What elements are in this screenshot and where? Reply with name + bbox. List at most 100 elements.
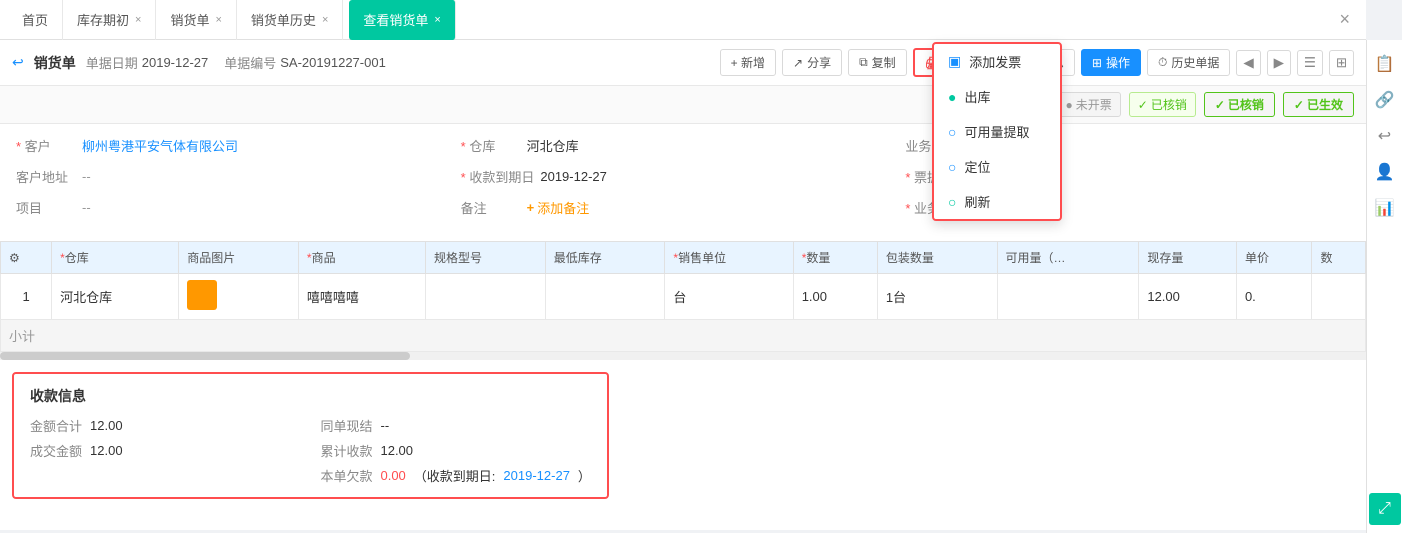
prev-button[interactable]: ◀ <box>1236 50 1260 76</box>
operate-icon: ⊞ <box>1092 56 1102 70</box>
table-header-row: ⚙ *仓库 商品图片 *商品 规格型号 最低库存 *销售单位 *数量 包装数量 … <box>1 242 1366 274</box>
location-label: 定位 <box>964 157 990 176</box>
sidebar-user-icon[interactable]: 👤 <box>1369 156 1401 188</box>
scrollbar-thumb[interactable] <box>0 352 410 360</box>
project-value: -- <box>82 200 91 215</box>
toolbar: ↩ 销货单 单据日期 2019-12-27 单据编号 SA-20191227-0… <box>0 40 1366 86</box>
location-item[interactable]: ○ 定位 <box>934 149 1060 184</box>
right-sidebar: 📋 🔗 ↩ 👤 📊 ⤢ <box>1366 40 1402 533</box>
horizontal-scrollbar[interactable] <box>0 352 1366 360</box>
customer-label: 客户 <box>16 136 76 155</box>
row-unit: 台 <box>665 274 793 320</box>
effect-status-badge: ✓ 已生效 <box>1283 92 1354 117</box>
tab-home[interactable]: 首页 <box>8 0 63 40</box>
product-image <box>187 280 217 310</box>
refresh-item[interactable]: ○ 刷新 <box>934 184 1060 219</box>
row-min-stock <box>545 274 665 320</box>
balance-note-end: ） <box>578 466 591 485</box>
sidebar-link-icon[interactable]: 🔗 <box>1369 84 1401 116</box>
add-invoice-item[interactable]: ▣ 添加发票 <box>934 44 1060 79</box>
customer-field: 客户 柳州粤港平安气体有限公司 <box>16 136 461 155</box>
form-area: 客户 柳州粤港平安气体有限公司 仓库 河北仓库 业务员 演示账号 客户地址 <box>0 124 1366 241</box>
tab-view-sales-order[interactable]: 查看销货单 × <box>349 0 455 40</box>
outbound-item[interactable]: ● 出库 <box>934 79 1060 114</box>
doc-meta: 单据日期 2019-12-27 单据编号 SA-20191227-001 <box>86 53 386 72</box>
not-open-ticket-button[interactable]: ● 未开票 <box>1057 92 1121 117</box>
operate-button[interactable]: ⊞ 操作 <box>1081 49 1141 76</box>
toolbar-left: ↩ 销货单 单据日期 2019-12-27 单据编号 SA-20191227-0… <box>12 53 712 73</box>
sidebar-chart-icon[interactable]: 📊 <box>1369 192 1401 224</box>
col-available: 可用量（… <box>997 242 1139 274</box>
doc-icon: ↩ <box>12 54 24 71</box>
balance-date: 2019-12-27 <box>503 468 570 483</box>
sidebar-return-icon[interactable]: ↩ <box>1369 120 1401 152</box>
payment-box: 收款信息 金额合计 12.00 同单现结 -- 成交金额 12.00 <box>12 372 609 499</box>
project-label: 项目 <box>16 198 76 217</box>
history-icon: ⏱ <box>1158 55 1167 70</box>
tab-close-sales-history[interactable]: × <box>322 14 328 26</box>
form-row-2: 客户地址 -- 收款到期日 2019-12-27 票据类型 不开票 <box>16 167 1350 186</box>
col-current-stock: 现存量 <box>1139 242 1237 274</box>
ticket-icon: ● <box>1066 98 1073 112</box>
row-pack-qty: 1台 <box>877 274 997 320</box>
payment-section: 收款信息 金额合计 12.00 同单现结 -- 成交金额 12.00 <box>0 360 1366 511</box>
balance-note: （收款到期日: <box>414 466 496 485</box>
window-close-button[interactable]: × <box>1331 9 1358 30</box>
warehouse-label: 仓库 <box>461 136 521 155</box>
tab-sales-order[interactable]: 销货单 × <box>156 0 236 40</box>
new-button[interactable]: + 新增 <box>720 49 776 76</box>
history-button[interactable]: ⏱ 历史单据 <box>1147 49 1230 76</box>
layout-list-button[interactable]: ☰ <box>1297 50 1323 76</box>
number-field: 单据编号 SA-20191227-001 <box>224 53 386 72</box>
deal-amount-value: 12.00 <box>90 443 123 458</box>
form-row-1: 客户 柳州粤港平安气体有限公司 仓库 河北仓库 业务员 演示账号 <box>16 136 1350 155</box>
cumulative-label: 累计收款 <box>320 441 372 460</box>
note-field: 备注 添加备注 <box>461 198 906 217</box>
table-area: ⚙ *仓库 商品图片 *商品 规格型号 最低库存 *销售单位 *数量 包装数量 … <box>0 241 1366 360</box>
form-row-3: 项目 -- 备注 添加备注 业务员孟 -- <box>16 198 1350 217</box>
tab-inventory-start[interactable]: 库存期初 × <box>63 0 156 40</box>
action-bar: 📱 来自手机 ● 未开票 ✓ 已核销 ✓ 已核销 ✓ 已生效 <box>0 86 1366 124</box>
available-extract-label: 可用量提取 <box>964 122 1029 141</box>
tab-close-view-sales[interactable]: × <box>434 14 440 26</box>
refresh-label: 刷新 <box>964 192 990 211</box>
col-spec: 规格型号 <box>425 242 545 274</box>
row-price: 0. <box>1236 274 1312 320</box>
col-image: 商品图片 <box>179 242 299 274</box>
add-invoice-label: 添加发票 <box>969 52 1021 71</box>
sidebar-clipboard-icon[interactable]: 📋 <box>1369 48 1401 80</box>
project-field: 项目 -- <box>16 198 461 217</box>
deal-amount-item: 成交金额 12.00 <box>30 441 300 460</box>
row-image <box>179 274 299 320</box>
tab-close-sales[interactable]: × <box>215 14 221 26</box>
add-note-button[interactable]: 添加备注 <box>527 198 590 217</box>
share-button[interactable]: ↗ 分享 <box>782 49 842 76</box>
warehouse-field: 仓库 河北仓库 <box>461 136 906 155</box>
refresh-icon: ○ <box>948 194 956 210</box>
date-field: 单据日期 2019-12-27 <box>86 53 209 72</box>
col-unit: *销售单位 <box>665 242 793 274</box>
doc-title: 销货单 <box>34 53 76 73</box>
add-invoice-icon: ▣ <box>948 53 961 70</box>
copy-button[interactable]: ⧉ 复制 <box>848 49 907 76</box>
same-order-value: -- <box>380 418 389 433</box>
outbound-label: 出库 <box>964 87 990 106</box>
total-amount-item: 金额合计 12.00 <box>30 416 300 435</box>
payment-title: 收款信息 <box>30 386 591 406</box>
due-date-field: 收款到期日 2019-12-27 <box>461 167 906 186</box>
tab-close-inventory[interactable]: × <box>135 14 141 26</box>
available-extract-item[interactable]: ○ 可用量提取 <box>934 114 1060 149</box>
address-value: -- <box>82 169 91 184</box>
sidebar-expand-icon[interactable]: ⤢ <box>1369 493 1401 525</box>
total-value: 12.00 <box>90 418 123 433</box>
cumulative-item: 累计收款 12.00 <box>320 441 590 460</box>
next-button[interactable]: ▶ <box>1267 50 1291 76</box>
sold-status-badge: ✓ 已核销 <box>1204 92 1275 117</box>
tab-sales-history[interactable]: 销货单历史 × <box>237 0 343 40</box>
col-product: *商品 <box>298 242 425 274</box>
col-pack-qty: 包装数量 <box>877 242 997 274</box>
row-index: 1 <box>1 274 52 320</box>
layout-grid-button[interactable]: ⊞ <box>1329 50 1354 76</box>
check-off-button[interactable]: ✓ 已核销 <box>1129 92 1196 117</box>
customer-value[interactable]: 柳州粤港平安气体有限公司 <box>82 136 238 155</box>
